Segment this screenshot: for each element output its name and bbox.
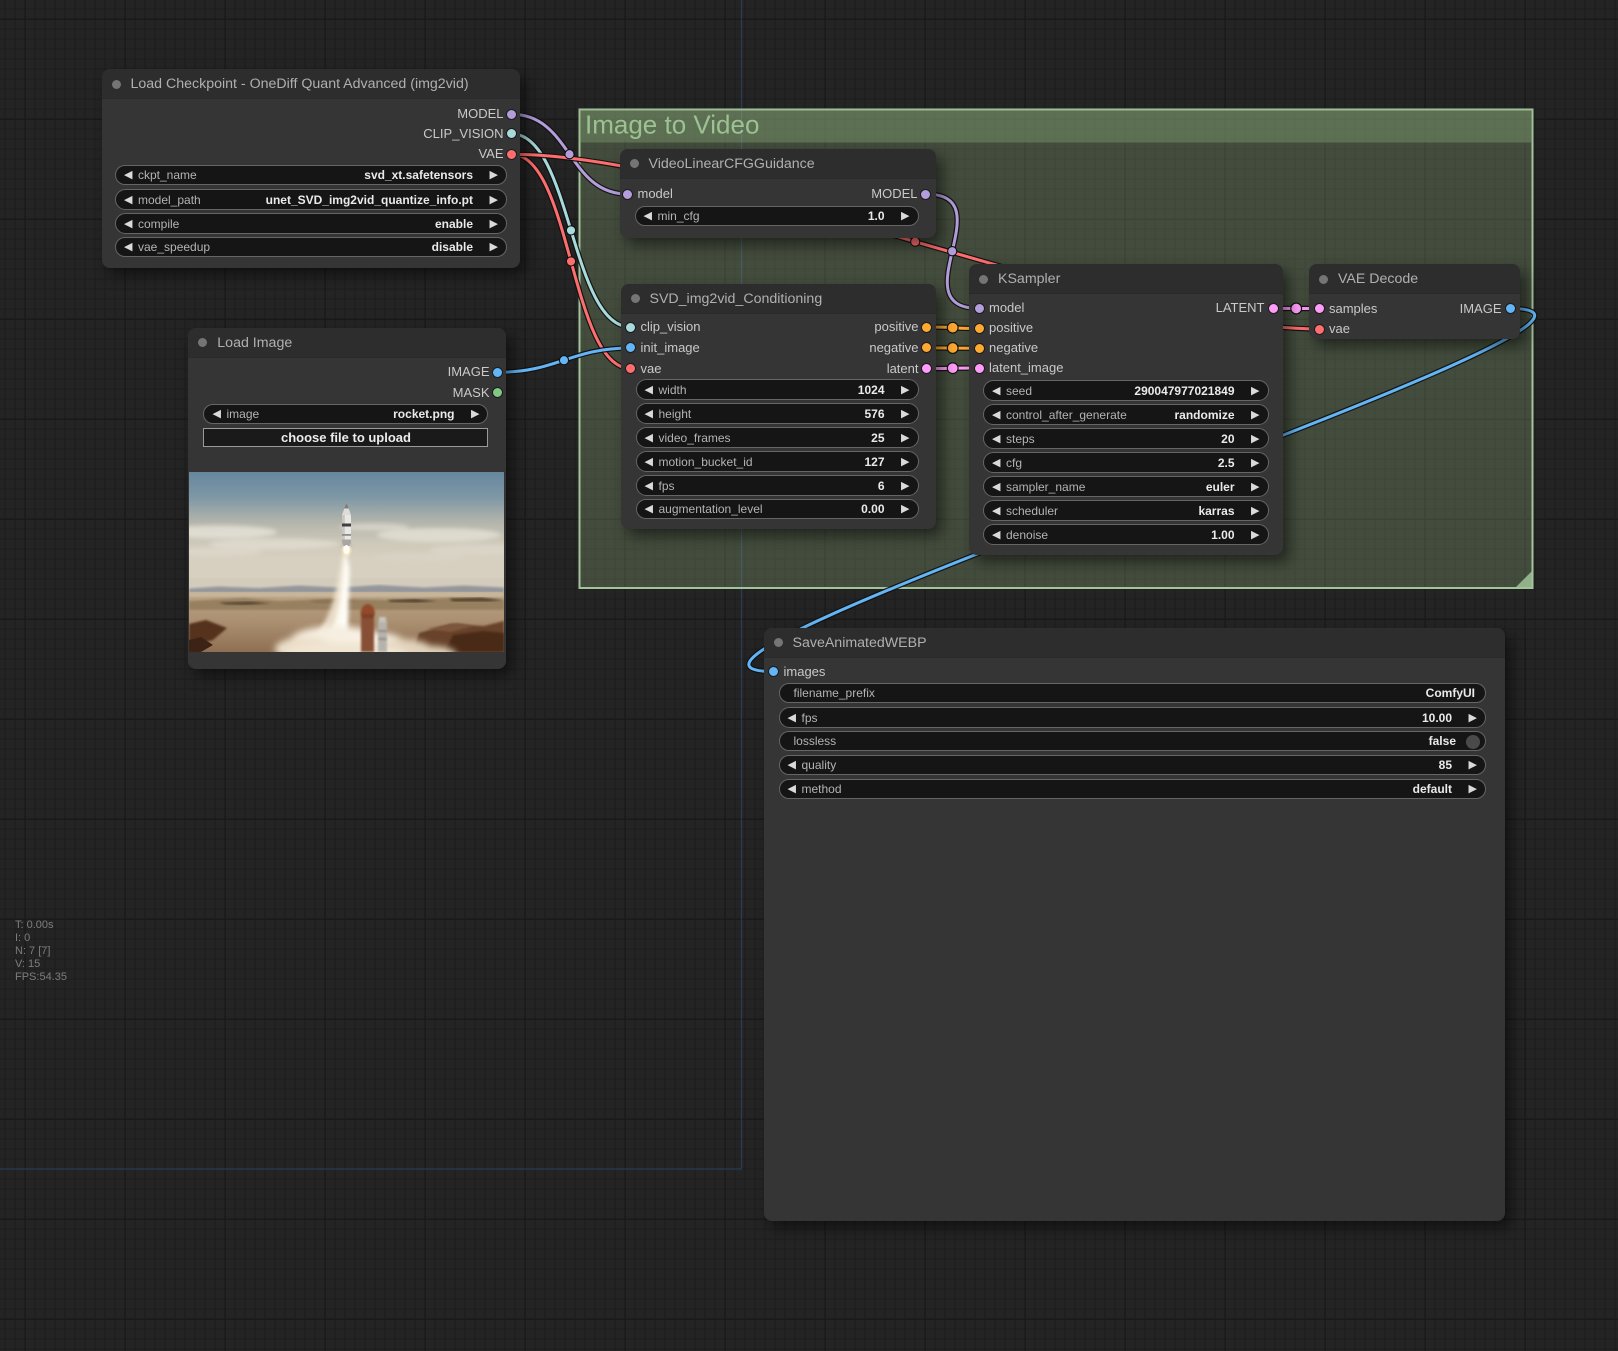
svg-text:Image to Video: Image to Video bbox=[585, 110, 759, 140]
